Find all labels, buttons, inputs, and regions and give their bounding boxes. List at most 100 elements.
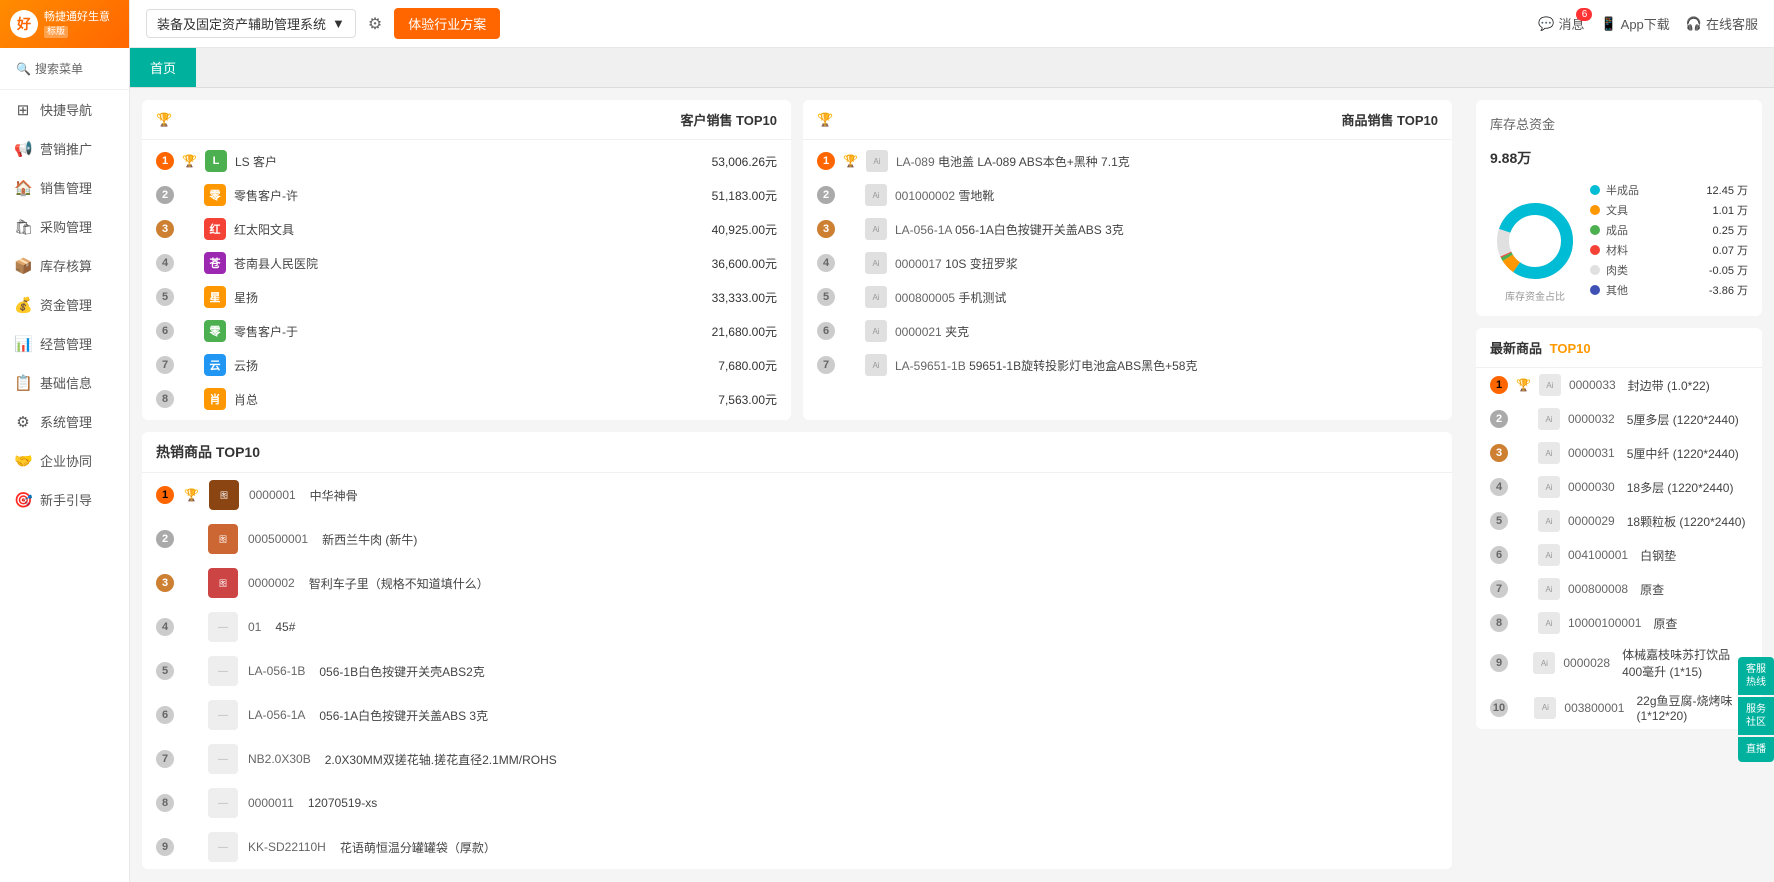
product-rank-item-4[interactable]: 4 Ai 0000017 10S 变扭罗浆 (803, 246, 1452, 280)
customer-rank-item-6[interactable]: 6 零 零售客户-于 21,680.00元 (142, 314, 791, 348)
product-rank-item-1[interactable]: 1 🏆 Ai LA-089 电池盖 LA-089 ABS本色+黑种 7.1克 (803, 144, 1452, 178)
customer-rank-item-7[interactable]: 7 云 云扬 7,680.00元 (142, 348, 791, 382)
donut-chart: 库存资金占比 (1490, 196, 1580, 289)
online-service-button[interactable]: 🎧 在线客服 (1686, 14, 1758, 33)
system-select[interactable]: 装备及固定资产辅助管理系统 ▼ (146, 9, 356, 38)
hot-item-1[interactable]: 1 🏆 图 0000001 中华神骨 (142, 473, 1452, 517)
hot-thumb-7: — (208, 744, 238, 774)
product-rank-item-5[interactable]: 5 Ai 000800005 手机测试 (803, 280, 1452, 314)
hot-thumb-2: 图 (208, 524, 238, 554)
donut-svg (1490, 196, 1580, 286)
hot-thumb-9: — (208, 832, 238, 862)
customer-rank-item-4[interactable]: 4 苍 苍南县人民医院 36,600.00元 (142, 246, 791, 280)
hot-item-7[interactable]: 7 — NB2.0X30B 2.0X30MM双搓花轴.搓花直径2.1MM/ROH… (142, 737, 1452, 781)
customer-ranking-card: 🏆 客户销售 TOP10 1 🏆 L LS 客户 53,006.26元 2 (142, 100, 791, 420)
sidebar-item-finance[interactable]: 💰 资金管理 (0, 285, 129, 324)
product-rank-item-7[interactable]: 7 Ai LA-59651-1B 59651-1B旋转投影灯电池盒ABS黑色+5… (803, 348, 1452, 382)
inventory-chart-area: 库存资金占比 半成品 12.45 万 文具 1.01 万 (1490, 182, 1748, 302)
sidebar-item-quick-nav[interactable]: ⊞ 快捷导航 (0, 90, 129, 129)
hot-products-card: 热销商品 TOP10 1 🏆 图 0000001 中华神骨 2 图 000500… (142, 432, 1452, 869)
customer-rank-item-1[interactable]: 1 🏆 L LS 客户 53,006.26元 (142, 144, 791, 178)
sidebar-item-basic-info[interactable]: 📋 基础信息 (0, 363, 129, 402)
product-rank-item-2[interactable]: 2 Ai 001000002 雪地靴 (803, 178, 1452, 212)
hot-item-2[interactable]: 2 图 000500001 新西兰牛肉 (新牛) (142, 517, 1452, 561)
search-icon: 🔍 (16, 62, 31, 76)
latest-item-10[interactable]: 10 Ai 003800001 22g鱼豆腐-烧烤味 (1*12*20) (1476, 686, 1762, 729)
latest-item-7[interactable]: 7 Ai 000800008 原查 (1476, 572, 1762, 606)
system-icon: ⚙ (14, 413, 32, 431)
hot-products-list: 1 🏆 图 0000001 中华神骨 2 图 000500001 新西兰牛肉 (… (142, 473, 1452, 869)
operations-icon: 📊 (14, 335, 32, 353)
settings-icon[interactable]: ⚙ (368, 14, 382, 34)
tab-home[interactable]: 首页 (130, 48, 196, 87)
hot-thumb-5: — (208, 656, 238, 686)
latest-item-6[interactable]: 6 Ai 004100001 白钢垫 (1476, 538, 1762, 572)
messages-button[interactable]: 💬 消息 6 (1538, 14, 1584, 33)
basic-info-icon: 📋 (14, 374, 32, 392)
hot-item-9[interactable]: 9 — KK-SD22110H 花语萌恒温分罐罐袋（厚款） (142, 825, 1452, 869)
trial-button[interactable]: 体验行业方案 (394, 8, 500, 39)
sidebar-item-tutorial[interactable]: 🎯 新手引导 (0, 480, 129, 519)
latest-item-4[interactable]: 4 Ai 0000030 18多层 (1220*2440) (1476, 470, 1762, 504)
cs-community-button[interactable]: 服务社区 (1738, 697, 1774, 735)
cs-buttons: 客服热线 服务社区 直播 (1738, 657, 1774, 762)
sidebar-item-purchase[interactable]: 🛍 采购管理 (0, 207, 129, 246)
sidebar-item-enterprise[interactable]: 🤝 企业协同 (0, 441, 129, 480)
product-ranking-header: 🏆 商品销售 TOP10 (803, 100, 1452, 140)
headset-icon: 🎧 (1686, 16, 1702, 32)
latest-item-1[interactable]: 1 🏆 Ai 0000033 封边带 (1.0*22) (1476, 368, 1762, 402)
hot-item-5[interactable]: 5 — LA-056-1B 056-1B白色按键开关壳ABS2克 (142, 649, 1452, 693)
hot-thumb-1: 图 (209, 480, 239, 510)
customer-rank-item-3[interactable]: 3 红 红太阳文具 40,925.00元 (142, 212, 791, 246)
latest-item-5[interactable]: 5 Ai 0000029 18颗粒板 (1220*2440) (1476, 504, 1762, 538)
product-rank-item-6[interactable]: 6 Ai 0000021 夹克 (803, 314, 1452, 348)
product-rank-item-3[interactable]: 3 Ai LA-056-1A 056-1A白色按键开关盖ABS 3克 (803, 212, 1452, 246)
sidebar-item-inventory[interactable]: 📦 库存核算 (0, 246, 129, 285)
sidebar-item-system[interactable]: ⚙ 系统管理 (0, 402, 129, 441)
inventory-card: 库存总资金 9.88万 (1476, 100, 1762, 316)
hot-item-4[interactable]: 4 — 01 45# (142, 605, 1452, 649)
latest-item-9[interactable]: 9 Ai 0000028 体械嘉枝味苏打饮品400毫升 (1*15) (1476, 640, 1762, 686)
customer-rank-item-2[interactable]: 2 零 零售客户-许 51,183.00元 (142, 178, 791, 212)
sales-icon: 🏠 (14, 179, 32, 197)
hot-thumb-3: 图 (208, 568, 238, 598)
customer-ranking-header: 🏆 客户销售 TOP10 (142, 100, 791, 140)
enterprise-icon: 🤝 (14, 452, 32, 470)
legend-item-1: 文具 1.01 万 (1590, 202, 1748, 218)
latest-item-8[interactable]: 8 Ai 10000100001 原查 (1476, 606, 1762, 640)
hot-thumb-8: — (208, 788, 238, 818)
latest-products-header: 最新商品 TOP10 (1476, 328, 1762, 368)
logo-text: 畅捷通好生意 标版 (44, 10, 110, 39)
finance-icon: 💰 (14, 296, 32, 314)
latest-products-card: 最新商品 TOP10 1 🏆 Ai 0000033 封边带 (1.0*22) 2 (1476, 328, 1762, 729)
legend-item-4: 肉类 -0.05 万 (1590, 262, 1748, 278)
sidebar-item-operations[interactable]: 📊 经营管理 (0, 324, 129, 363)
latest-item-3[interactable]: 3 Ai 0000031 5厘中纤 (1220*2440) (1476, 436, 1762, 470)
ranking-row: 🏆 客户销售 TOP10 1 🏆 L LS 客户 53,006.26元 2 (142, 100, 1452, 420)
sidebar-item-sales[interactable]: 🏠 销售管理 (0, 168, 129, 207)
hot-thumb-4: — (208, 612, 238, 642)
inventory-amount: 9.88万 (1490, 139, 1748, 170)
sidebar-nav: ⊞ 快捷导航 📢 营销推广 🏠 销售管理 🛍 采购管理 📦 库存核算 💰 资金管… (0, 90, 129, 882)
sidebar-item-marketing[interactable]: 📢 营销推广 (0, 129, 129, 168)
customer-rank-item-5[interactable]: 5 星 星扬 33,333.00元 (142, 280, 791, 314)
main-area: 装备及固定资产辅助管理系统 ▼ ⚙ 体验行业方案 💬 消息 6 📱 App下载 … (130, 0, 1774, 882)
app-download-button[interactable]: 📱 App下载 (1600, 14, 1669, 33)
cs-hotline-button[interactable]: 客服热线 (1738, 657, 1774, 695)
prod-rank-icon-1: 🏆 (843, 154, 858, 168)
inventory-title: 库存总资金 (1490, 114, 1748, 133)
content-main: 🏆 客户销售 TOP10 1 🏆 L LS 客户 53,006.26元 2 (130, 88, 1464, 882)
marketing-icon: 📢 (14, 140, 32, 158)
right-panel: 库存总资金 9.88万 (1464, 88, 1774, 882)
latest-item-2[interactable]: 2 Ai 0000032 5厘多层 (1220*2440) (1476, 402, 1762, 436)
customer-rank-item-8[interactable]: 8 肖 肖总 7,563.00元 (142, 382, 791, 416)
rank-icon: 🏆 (184, 488, 199, 502)
content: 🏆 客户销售 TOP10 1 🏆 L LS 客户 53,006.26元 2 (130, 88, 1774, 882)
hot-item-6[interactable]: 6 — LA-056-1A 056-1A白色按键开关盖ABS 3克 (142, 693, 1452, 737)
topbar-actions: 💬 消息 6 📱 App下载 🎧 在线客服 (1538, 14, 1758, 33)
hot-item-3[interactable]: 3 图 0000002 智利车子里（规格不知道填什么） (142, 561, 1452, 605)
sidebar-search-area[interactable]: 🔍 搜索菜单 (0, 48, 129, 90)
cs-live-button[interactable]: 直播 (1738, 737, 1774, 762)
hot-item-8[interactable]: 8 — 0000011 12070519-xs (142, 781, 1452, 825)
search-menu-button[interactable]: 🔍 搜索菜单 (10, 56, 119, 81)
